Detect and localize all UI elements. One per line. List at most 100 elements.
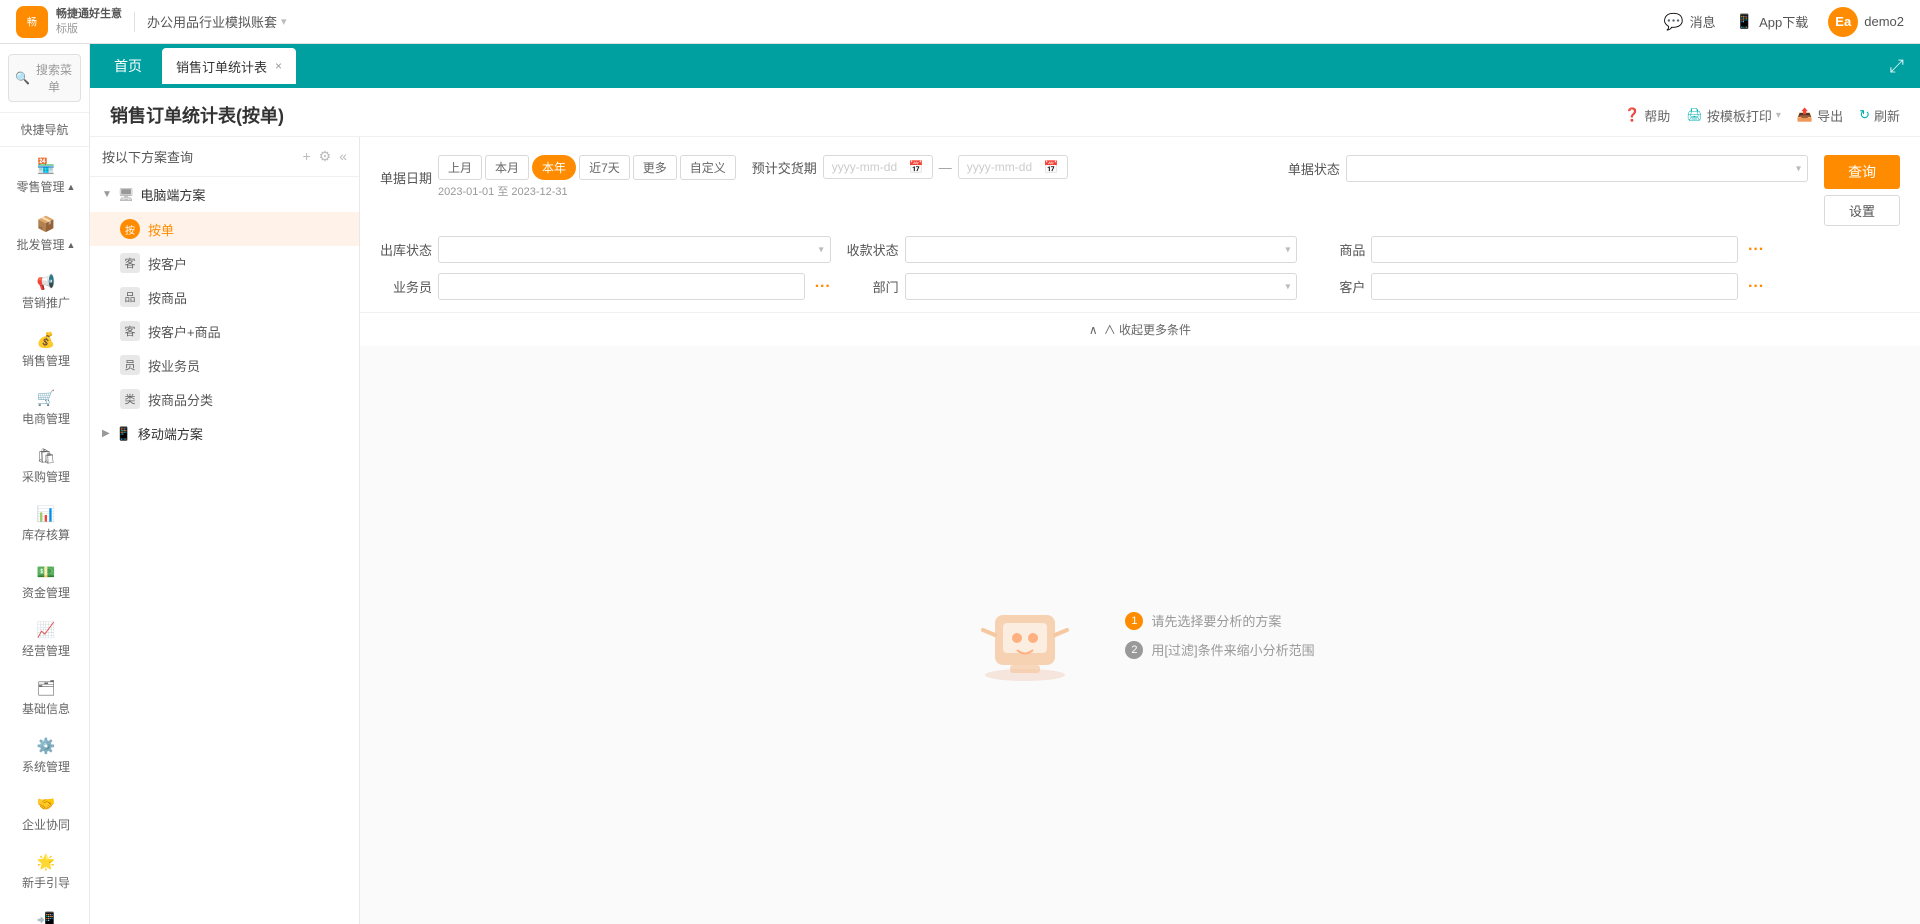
tip-text-1: 请先选择要分析的方案: [1151, 611, 1281, 630]
brand-icon: 畅: [16, 6, 48, 38]
sidebar-item-finance[interactable]: 💵 资金管理: [0, 553, 89, 611]
system-label: 系统管理: [22, 758, 70, 775]
by-cust-prod-icon: 客: [120, 321, 140, 341]
collapse-strip[interactable]: ∧ ∧ 收起更多条件: [360, 312, 1920, 346]
home-tab-label: 首页: [114, 56, 142, 76]
sidebar-item-appstore[interactable]: 📲 应用中心: [0, 901, 89, 924]
department-select[interactable]: [905, 273, 1298, 300]
ecommerce-icon: 🛒: [37, 389, 56, 407]
quick-nav-btn[interactable]: 快捷导航: [8, 121, 81, 138]
retail-arrow: ▲: [67, 182, 76, 192]
sidebar-item-guide[interactable]: 🌟 新手引导: [0, 843, 89, 901]
sidebar-item-basic[interactable]: 🗂 基础信息: [0, 669, 89, 727]
salesperson-more-btn[interactable]: ···: [815, 278, 831, 296]
date-btn-this-year[interactable]: 本年: [532, 155, 576, 180]
product-input[interactable]: [1371, 236, 1738, 263]
date-btn-this-month[interactable]: 本月: [485, 155, 529, 180]
sidebar-item-corp[interactable]: 🤝 企业协同: [0, 785, 89, 843]
scheme-item-by-customer[interactable]: 客 按客户: [90, 246, 359, 280]
divider: [134, 12, 135, 32]
tip-text-2: 用[过滤]条件来缩小分析范围: [1151, 640, 1314, 659]
scheme-collapse-btn[interactable]: «: [339, 148, 347, 165]
receipt-status-col: 收款状态 ▾: [847, 236, 1298, 263]
sidebar-item-marketing[interactable]: 📢 营销推广: [0, 263, 89, 321]
maximize-btn[interactable]: ⤢: [1882, 56, 1912, 77]
quick-nav-label: 快捷导航: [20, 123, 68, 137]
workplace-selector[interactable]: 办公用品行业模拟账套 ▾: [147, 12, 287, 31]
date-btn-last7[interactable]: 近7天: [579, 155, 630, 180]
export-btn[interactable]: 📤 导出: [1797, 106, 1843, 125]
maximize-icon: ⤢: [1890, 56, 1904, 76]
sidebar-item-ecommerce[interactable]: 🛒 电商管理: [0, 379, 89, 437]
scheme-item-by-product[interactable]: 品 按商品: [90, 280, 359, 314]
add-scheme-btn[interactable]: +: [302, 148, 310, 165]
system-icon: ⚙️: [37, 737, 56, 755]
top-bar: 畅 畅捷通好生意 标版 办公用品行业模拟账套 ▾ 💬 消息 📱 App下载: [0, 0, 1920, 44]
refresh-btn[interactable]: ↻ 刷新: [1859, 106, 1900, 125]
desktop-group-label: 电脑端方案: [140, 185, 205, 204]
scheme-item-by-cust-prod[interactable]: 客 按客户+商品: [90, 314, 359, 348]
scheme-tree: ▼ 🖥 电脑端方案 按 按单: [90, 177, 359, 924]
template-print-btn[interactable]: 🖨 按模板打印 ▾: [1686, 106, 1781, 125]
ship-status-col: 出库状态 ▾: [380, 236, 831, 263]
product-more-btn[interactable]: ···: [1748, 241, 1764, 259]
bill-status-select[interactable]: [1346, 155, 1808, 182]
app-download-btn[interactable]: 📱 App下载: [1736, 12, 1809, 31]
empty-tip-2: 2 用[过滤]条件来缩小分析范围: [1125, 640, 1314, 659]
ops-icon: 📈: [37, 621, 56, 639]
scheme-item-by-category[interactable]: 类 按商品分类: [90, 382, 359, 416]
expected-date-start-input[interactable]: yyyy-mm-dd 📅: [823, 155, 933, 179]
by-product-label: 按商品: [148, 288, 187, 307]
receipt-status-select[interactable]: [905, 236, 1298, 263]
user-avatar: Ea: [1828, 7, 1858, 37]
customer-input[interactable]: [1371, 273, 1738, 300]
scheme-item-by-order[interactable]: 按 按单: [90, 212, 359, 246]
nav-search-section: 🔍 搜索菜单: [0, 44, 89, 113]
customer-col: 客户 ···: [1313, 273, 1764, 300]
by-order-label: 按单: [148, 220, 174, 239]
content-wrapper: 🔍 搜索菜单 快捷导航 🏪 零售管理 ▲ 📦 批发管理: [0, 44, 1920, 924]
scheme-panel-header: 按以下方案查询 + ⚙ «: [90, 137, 359, 177]
by-category-icon: 类: [120, 389, 140, 409]
filter-row-2: 出库状态 ▾ 收款状态: [380, 236, 1900, 263]
collapse-label: ∧ 收起更多条件: [1104, 321, 1191, 338]
workplace-dropdown-icon: ▾: [281, 15, 287, 28]
purchase-icon: 🛍: [36, 447, 55, 465]
filter-row-3: 业务员 ··· 部门: [380, 273, 1900, 300]
sidebar-item-sales[interactable]: 💰 销售管理: [0, 321, 89, 379]
sidebar-item-wholesale[interactable]: 📦 批发管理 ▲: [0, 205, 89, 263]
messages-btn[interactable]: 💬 消息: [1664, 12, 1716, 32]
salesperson-input[interactable]: [438, 273, 805, 300]
date-btn-prev-month[interactable]: 上月: [438, 155, 482, 180]
desktop-group-header[interactable]: ▼ 🖥 电脑端方案: [90, 177, 359, 212]
active-tab[interactable]: 销售订单统计表 ×: [162, 48, 296, 84]
home-tab[interactable]: 首页: [98, 48, 158, 84]
reset-btn[interactable]: 设置: [1824, 195, 1900, 226]
scheme-settings-btn[interactable]: ⚙: [319, 148, 332, 165]
mobile-group-header[interactable]: ▶ 📱 移动端方案: [90, 416, 359, 451]
customer-more-btn[interactable]: ···: [1748, 278, 1764, 296]
ship-status-select-wrap: ▾: [438, 236, 831, 263]
mobile-group-icon: 📱: [116, 426, 132, 442]
sidebar-item-system[interactable]: ⚙️ 系统管理: [0, 727, 89, 785]
expected-date-end-input[interactable]: yyyy-mm-dd 📅: [958, 155, 1068, 179]
sidebar-item-retail[interactable]: 🏪 零售管理 ▲: [0, 147, 89, 205]
empty-tips: 1 请先选择要分析的方案 2 用[过滤]条件来缩小分析范围: [1125, 611, 1314, 659]
tab-close-btn[interactable]: ×: [275, 59, 282, 73]
help-btn[interactable]: ❓ 帮助: [1624, 106, 1670, 125]
sidebar-item-purchase[interactable]: 🛍 采购管理: [0, 437, 89, 495]
ship-status-select[interactable]: [438, 236, 831, 263]
search-menu-btn[interactable]: 🔍 搜索菜单: [8, 54, 81, 102]
user-menu[interactable]: Ea demo2: [1828, 7, 1904, 37]
sidebar-item-inventory[interactable]: 📊 库存核算: [0, 495, 89, 553]
department-select-wrap: ▾: [905, 273, 1298, 300]
by-salesperson-label: 按业务员: [148, 356, 200, 375]
query-btn[interactable]: 查询: [1824, 155, 1900, 189]
scheme-item-by-salesperson[interactable]: 员 按业务员: [90, 348, 359, 382]
date-btn-custom[interactable]: 自定义: [680, 155, 736, 180]
user-name: demo2: [1864, 14, 1904, 29]
filter-buttons-col: 查询 设置: [1824, 155, 1900, 226]
sidebar-item-ops[interactable]: 📈 经营管理: [0, 611, 89, 669]
date-btn-more[interactable]: 更多: [633, 155, 677, 180]
page-content: 销售订单统计表(按单) ❓ 帮助 🖨 按模板打印 ▾ 📤: [90, 88, 1920, 924]
